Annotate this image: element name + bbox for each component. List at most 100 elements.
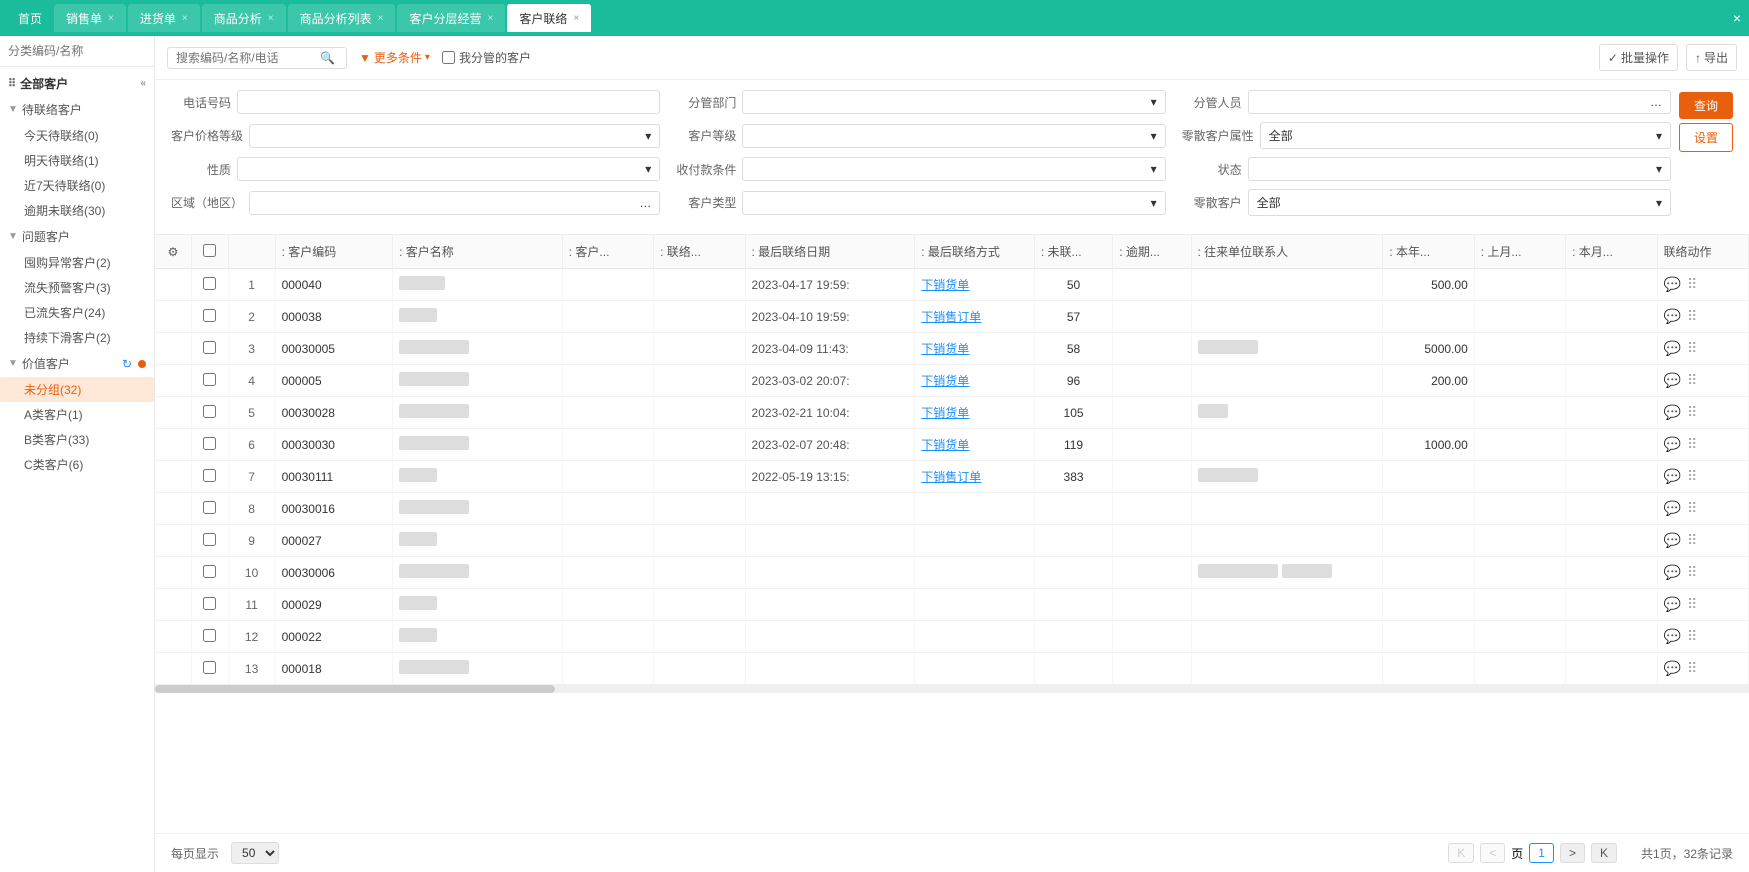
- chat-icon[interactable]: 💬: [1664, 660, 1681, 677]
- scatter-customer-select[interactable]: 全部 ▾: [1248, 189, 1671, 216]
- th-name[interactable]: : 客户名称: [393, 235, 563, 269]
- row-checkbox[interactable]: [192, 621, 229, 653]
- tab-goods-list[interactable]: 商品分析列表 ×: [288, 4, 396, 32]
- row-check[interactable]: [203, 309, 216, 322]
- settings-button[interactable]: 设置: [1679, 123, 1733, 152]
- grid-action-icon[interactable]: ⠿: [1687, 500, 1697, 517]
- close-goods-list-tab[interactable]: ×: [378, 13, 384, 24]
- sidebar-item-churn-warning[interactable]: 流失预警客户(3): [0, 275, 154, 300]
- th-this-year[interactable]: : 本年...: [1383, 235, 1474, 269]
- row-last-type[interactable]: 下销售订单: [915, 301, 1035, 333]
- tab-sales[interactable]: 销售单 ×: [54, 4, 126, 32]
- close-sales-tab[interactable]: ×: [108, 13, 114, 24]
- chat-icon[interactable]: 💬: [1664, 532, 1681, 549]
- last-type-link[interactable]: 下销货单: [921, 278, 969, 292]
- tab-customer-segment[interactable]: 客户分层经营 ×: [397, 4, 505, 32]
- prev-page-btn[interactable]: <: [1480, 843, 1505, 863]
- price-level-select[interactable]: ▾: [249, 124, 660, 148]
- problem-customers-group[interactable]: ▼ 问题客户: [0, 223, 154, 250]
- search-input[interactable]: [176, 51, 316, 65]
- chat-icon[interactable]: 💬: [1664, 308, 1681, 325]
- nature-select[interactable]: ▾: [237, 157, 660, 181]
- row-checkbox[interactable]: [192, 365, 229, 397]
- sidebar-item-b-class[interactable]: B类客户(33): [0, 427, 154, 452]
- row-check[interactable]: [203, 629, 216, 642]
- more-conditions-btn[interactable]: ▼ 更多条件 ▾: [359, 49, 430, 66]
- row-check[interactable]: [203, 373, 216, 386]
- batch-op-btn[interactable]: ✓ 批量操作: [1599, 44, 1678, 71]
- row-checkbox[interactable]: [192, 429, 229, 461]
- close-purchase-tab[interactable]: ×: [182, 13, 188, 24]
- th-unit-contact[interactable]: : 往来单位联系人: [1191, 235, 1383, 269]
- customer-type-select[interactable]: ▾: [742, 191, 1165, 215]
- grid-action-icon[interactable]: ⠿: [1687, 372, 1697, 389]
- all-customers-section[interactable]: ⠿ 全部客户 «: [0, 67, 154, 96]
- sidebar-item-7days[interactable]: 近7天待联络(0): [0, 173, 154, 198]
- chat-icon[interactable]: 💬: [1664, 436, 1681, 453]
- payment-select[interactable]: ▾: [742, 157, 1165, 181]
- refresh-icon[interactable]: ↻: [122, 357, 132, 371]
- row-check[interactable]: [203, 277, 216, 290]
- th-contact[interactable]: : 联络...: [654, 235, 745, 269]
- chat-icon[interactable]: 💬: [1664, 372, 1681, 389]
- my-customers-checkbox[interactable]: 我分管的客户: [442, 49, 531, 66]
- row-checkbox[interactable]: [192, 653, 229, 685]
- tab-goods-analysis[interactable]: 商品分析 ×: [202, 4, 286, 32]
- grid-action-icon[interactable]: ⠿: [1687, 564, 1697, 581]
- row-checkbox[interactable]: [192, 333, 229, 365]
- sidebar-search-input[interactable]: [8, 44, 155, 58]
- grid-action-icon[interactable]: ⠿: [1687, 532, 1697, 549]
- close-all-icon[interactable]: ×: [1733, 10, 1741, 26]
- close-segment-tab[interactable]: ×: [487, 13, 493, 24]
- grid-action-icon[interactable]: ⠿: [1687, 660, 1697, 677]
- row-check[interactable]: [203, 501, 216, 514]
- sidebar-item-a-class[interactable]: A类客户(1): [0, 402, 154, 427]
- query-button[interactable]: 查询: [1679, 92, 1733, 119]
- th-pending[interactable]: : 未联...: [1034, 235, 1112, 269]
- row-last-type[interactable]: 下销货单: [915, 269, 1035, 301]
- grid-action-icon[interactable]: ⠿: [1687, 276, 1697, 293]
- sidebar-item-ungrouped[interactable]: 未分组(32): [0, 377, 154, 402]
- th-last-month[interactable]: : 上月...: [1474, 235, 1565, 269]
- sidebar-item-declining[interactable]: 持续下滑客户(2): [0, 325, 154, 350]
- page-size-select[interactable]: 50: [231, 842, 279, 864]
- grid-action-icon[interactable]: ⠿: [1687, 468, 1697, 485]
- row-checkbox[interactable]: [192, 461, 229, 493]
- th-settings[interactable]: ⚙: [155, 235, 192, 269]
- select-all-checkbox[interactable]: [203, 244, 216, 257]
- status-select[interactable]: ▾: [1248, 157, 1671, 181]
- home-tab[interactable]: 首页: [8, 10, 52, 27]
- last-type-link[interactable]: 下销货单: [921, 374, 969, 388]
- scatter-attr-select[interactable]: 全部 ▾: [1260, 122, 1671, 149]
- last-page-btn[interactable]: K: [1591, 843, 1617, 863]
- grid-action-icon[interactable]: ⠿: [1687, 596, 1697, 613]
- row-check[interactable]: [203, 341, 216, 354]
- tab-purchase[interactable]: 进货单 ×: [128, 4, 200, 32]
- row-check[interactable]: [203, 437, 216, 450]
- chat-icon[interactable]: 💬: [1664, 596, 1681, 613]
- row-checkbox[interactable]: [192, 557, 229, 589]
- sidebar-item-abnormal[interactable]: 囤购异常客户(2): [0, 250, 154, 275]
- close-contact-tab[interactable]: ×: [573, 13, 579, 24]
- close-goods-tab[interactable]: ×: [268, 13, 274, 24]
- phone-input[interactable]: [237, 90, 660, 114]
- grid-action-icon[interactable]: ⠿: [1687, 628, 1697, 645]
- chat-icon[interactable]: 💬: [1664, 500, 1681, 517]
- th-code[interactable]: : 客户编码: [275, 235, 392, 269]
- row-checkbox[interactable]: [192, 397, 229, 429]
- last-type-link[interactable]: 下销货单: [921, 342, 969, 356]
- row-check[interactable]: [203, 533, 216, 546]
- customer-level-select[interactable]: ▾: [742, 124, 1165, 148]
- table-scroll-bar[interactable]: [155, 685, 1749, 693]
- current-page[interactable]: 1: [1529, 843, 1554, 863]
- sidebar-item-c-class[interactable]: C类客户(6): [0, 452, 154, 477]
- collapse-sidebar-icon[interactable]: «: [140, 78, 146, 89]
- next-page-btn[interactable]: >: [1560, 843, 1585, 863]
- row-last-type[interactable]: 下销售订单: [915, 461, 1035, 493]
- search-icon[interactable]: 🔍: [320, 51, 335, 65]
- last-type-link[interactable]: 下销货单: [921, 406, 969, 420]
- table-scroll-thumb[interactable]: [155, 685, 555, 693]
- sidebar-item-churned[interactable]: 已流失客户(24): [0, 300, 154, 325]
- grid-action-icon[interactable]: ⠿: [1687, 308, 1697, 325]
- row-last-type[interactable]: 下销货单: [915, 397, 1035, 429]
